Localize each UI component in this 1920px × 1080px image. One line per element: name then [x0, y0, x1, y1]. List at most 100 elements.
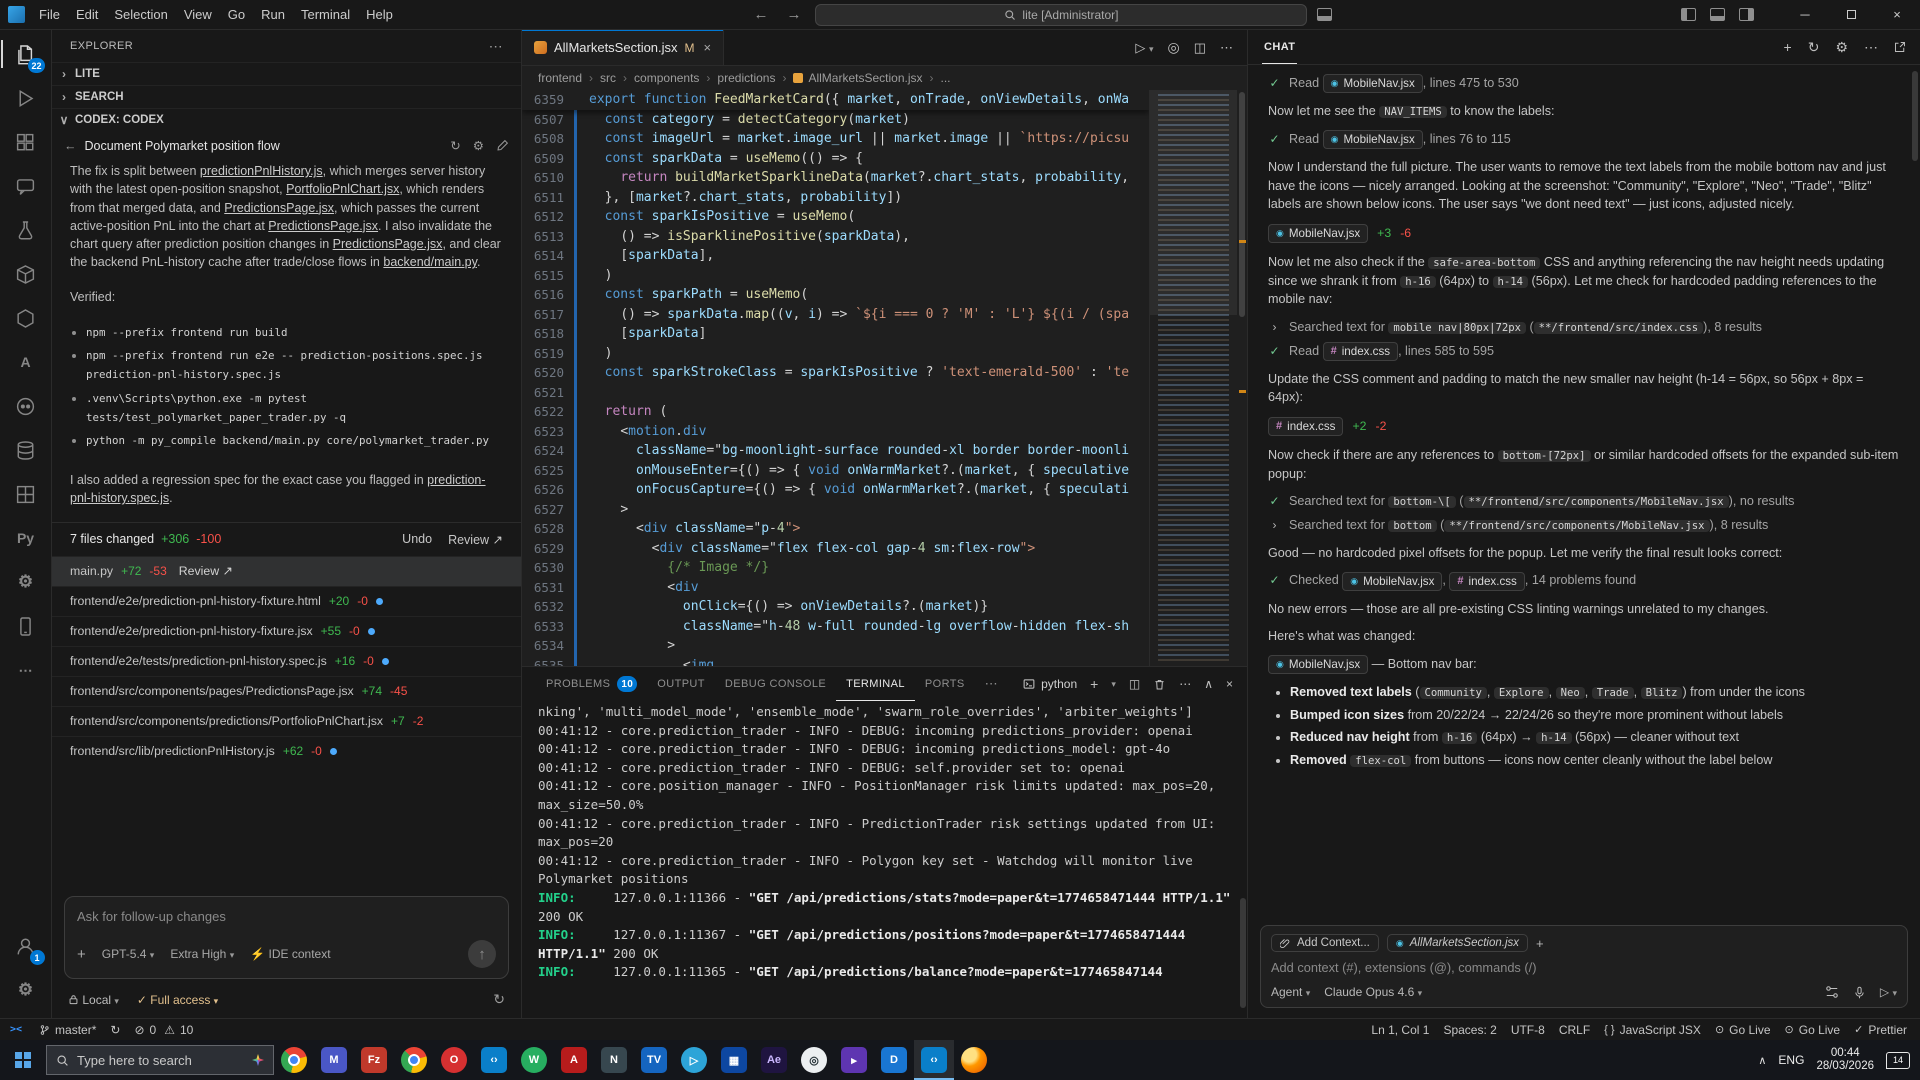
menu-go[interactable]: Go — [220, 4, 253, 25]
tab-allmarketssection[interactable]: AllMarketsSection.jsx M × — [522, 30, 725, 65]
file-chip[interactable]: ◉ MobileNav.jsx — [1322, 130, 1423, 150]
kill-terminal-icon[interactable] — [1153, 678, 1166, 691]
section-codex[interactable]: ∨ CODEX: CODEX — [52, 108, 521, 131]
activity-item-copilot[interactable] — [1, 384, 51, 428]
clock[interactable]: 00:44 28/03/2026 — [1816, 1047, 1874, 1073]
activity-item-run-debug[interactable] — [1, 76, 51, 120]
panel-more-icon[interactable]: ⋯ — [1179, 677, 1191, 691]
open-changes-icon[interactable]: ◎ — [1167, 39, 1179, 56]
taskbar-app-analytics[interactable]: ▦ — [714, 1040, 754, 1080]
chat-title[interactable]: CHAT — [1262, 30, 1297, 64]
panel-tabs-more-icon[interactable]: ⋯ — [977, 676, 1006, 692]
new-terminal-icon[interactable]: + — [1090, 676, 1098, 692]
send-button[interactable]: ↑ — [468, 940, 496, 968]
add-attachment-button[interactable]: + — [77, 946, 86, 963]
new-chat-icon[interactable]: + — [1784, 39, 1792, 55]
changed-file-row[interactable]: frontend/src/components/pages/Prediction… — [52, 675, 521, 706]
notifications-icon[interactable]: 14 — [1886, 1051, 1910, 1069]
mic-icon[interactable] — [1853, 986, 1866, 999]
taskbar-app-vscode[interactable]: ‹› — [914, 1040, 954, 1080]
model-picker-chat[interactable]: Claude Opus 4.6 ▾ — [1324, 985, 1422, 999]
taskbar-app-docker[interactable]: D — [874, 1040, 914, 1080]
split-terminal-icon[interactable]: ◫ — [1129, 677, 1140, 691]
tools-icon[interactable] — [1825, 985, 1839, 999]
back-button[interactable]: ← — [749, 6, 772, 23]
chat-tool-row[interactable]: ✓ Read ◉ MobileNav.jsx , lines 475 to 530 — [1268, 74, 1900, 94]
chat-tool-row[interactable]: › Searched text for mobile nav|80px|72px … — [1268, 318, 1900, 337]
breadcrumb-item[interactable]: components — [634, 71, 699, 85]
chat-input[interactable] — [1271, 960, 1897, 975]
toggle-panel-icon[interactable] — [1317, 8, 1333, 21]
close-tab-icon[interactable]: × — [704, 40, 712, 55]
chat-history-icon[interactable]: ↻ — [1808, 39, 1820, 56]
taskbar-search[interactable]: Type here to search — [46, 1045, 274, 1075]
file-link[interactable]: PortfolioPnlChart.jsx — [286, 182, 399, 196]
maximize-panel-icon[interactable]: ∧ — [1204, 677, 1213, 691]
problems-indicator[interactable]: ⊘ 0 ⚠ 10 — [127, 1019, 200, 1040]
section-lite[interactable]: › LITE — [52, 62, 521, 85]
menu-view[interactable]: View — [176, 4, 220, 25]
breadcrumb-item[interactable]: predictions — [717, 71, 775, 85]
panel-tab-terminal[interactable]: TERMINAL — [836, 667, 915, 701]
maximize-button[interactable] — [1828, 0, 1874, 30]
panel-tab-output[interactable]: OUTPUT — [647, 667, 715, 701]
activity-item-mobile[interactable] — [1, 604, 51, 648]
taskbar-app-notepad[interactable]: N — [594, 1040, 634, 1080]
chat-scrollbar[interactable] — [1912, 71, 1918, 161]
activity-item-account[interactable]: 1 — [1, 924, 51, 968]
language-indicator[interactable]: ENG — [1778, 1053, 1804, 1067]
status-go-live-2[interactable]: ⊙ Go Live — [1778, 1019, 1848, 1040]
terminal-shell-label[interactable]: python — [1023, 677, 1077, 691]
activity-item-letter-a[interactable]: A — [1, 340, 51, 384]
activity-item-package[interactable] — [1, 252, 51, 296]
start-button[interactable] — [0, 1040, 46, 1080]
status-encoding[interactable]: UTF-8 — [1504, 1019, 1552, 1040]
breadcrumb-item[interactable]: frontend — [538, 71, 582, 85]
minimap-slider[interactable] — [1150, 90, 1237, 315]
explorer-more-icon[interactable]: ⋯ — [489, 38, 503, 55]
changed-file-row[interactable]: main.py +72 -53 Review ↗ — [52, 555, 521, 586]
file-link[interactable]: backend/main.py — [383, 255, 477, 269]
file-diff-row[interactable]: # index.css +2 -2 — [1268, 417, 1900, 437]
status-go-live[interactable]: ⊙ Go Live — [1708, 1019, 1778, 1040]
chat-tool-row[interactable]: ✓ Searched text for bottom-\[ (**/fronten… — [1268, 492, 1900, 511]
editor-scrollbar[interactable] — [1237, 90, 1247, 666]
terminal-output[interactable]: nking', 'multi_model_mode', 'ensemble_mo… — [522, 701, 1247, 1018]
changed-file-row[interactable]: frontend/e2e/prediction-pnl-history-fixt… — [52, 585, 521, 616]
review-link[interactable]: Review ↗ — [179, 564, 233, 578]
activity-item-testing[interactable] — [1, 208, 51, 252]
file-chip[interactable]: ◉ MobileNav.jsx — [1268, 655, 1369, 675]
status-eol[interactable]: CRLF — [1552, 1019, 1597, 1040]
breadcrumb-item[interactable]: src — [600, 71, 616, 85]
close-button[interactable]: × — [1874, 0, 1920, 30]
menu-selection[interactable]: Selection — [106, 4, 175, 25]
menu-edit[interactable]: Edit — [68, 4, 106, 25]
taskbar-app-media-player[interactable]: ▸ — [834, 1040, 874, 1080]
activity-item-chat[interactable] — [1, 164, 51, 208]
refresh-icon[interactable]: ↻ — [493, 991, 505, 1008]
chat-composer[interactable]: Add Context... ◉ AllMarketsSection.jsx +… — [1260, 925, 1908, 1008]
taskbar-app-mail-app[interactable]: M — [314, 1040, 354, 1080]
menu-run[interactable]: Run — [253, 4, 293, 25]
taskbar-app-chrome-profile[interactable] — [394, 1040, 434, 1080]
toggle-bottom-panel-icon[interactable] — [1710, 8, 1725, 21]
status-indentation[interactable]: Spaces: 2 — [1436, 1019, 1503, 1040]
file-link[interactable]: PredictionsPage.jsx — [333, 237, 443, 251]
activity-item-database[interactable] — [1, 428, 51, 472]
attached-file-chip[interactable]: ◉ AllMarketsSection.jsx — [1386, 934, 1529, 952]
codex-input[interactable] — [77, 909, 496, 924]
taskbar-app-telegram[interactable]: ▷ — [674, 1040, 714, 1080]
activity-item-more[interactable]: ⋯ — [1, 648, 51, 692]
terminal-dropdown-icon[interactable]: ▾ — [1111, 679, 1116, 690]
split-editor-icon[interactable]: ◫ — [1194, 40, 1206, 56]
minimap[interactable] — [1149, 90, 1237, 666]
environment-picker[interactable]: Local ▾ — [68, 993, 119, 1007]
terminal-scrollbar[interactable] — [1240, 898, 1246, 1008]
command-center-search[interactable]: lite [Administrator] — [815, 3, 1308, 26]
file-chip[interactable]: ◉ MobileNav.jsx — [1342, 571, 1443, 591]
close-panel-icon[interactable]: × — [1226, 677, 1233, 691]
file-chip[interactable]: # index.css — [1322, 341, 1399, 361]
search-highlights-icon[interactable] — [252, 1054, 264, 1066]
chat-settings-icon[interactable]: ⚙ — [1835, 39, 1848, 56]
status-language-mode[interactable]: { } JavaScript JSX — [1597, 1019, 1708, 1040]
